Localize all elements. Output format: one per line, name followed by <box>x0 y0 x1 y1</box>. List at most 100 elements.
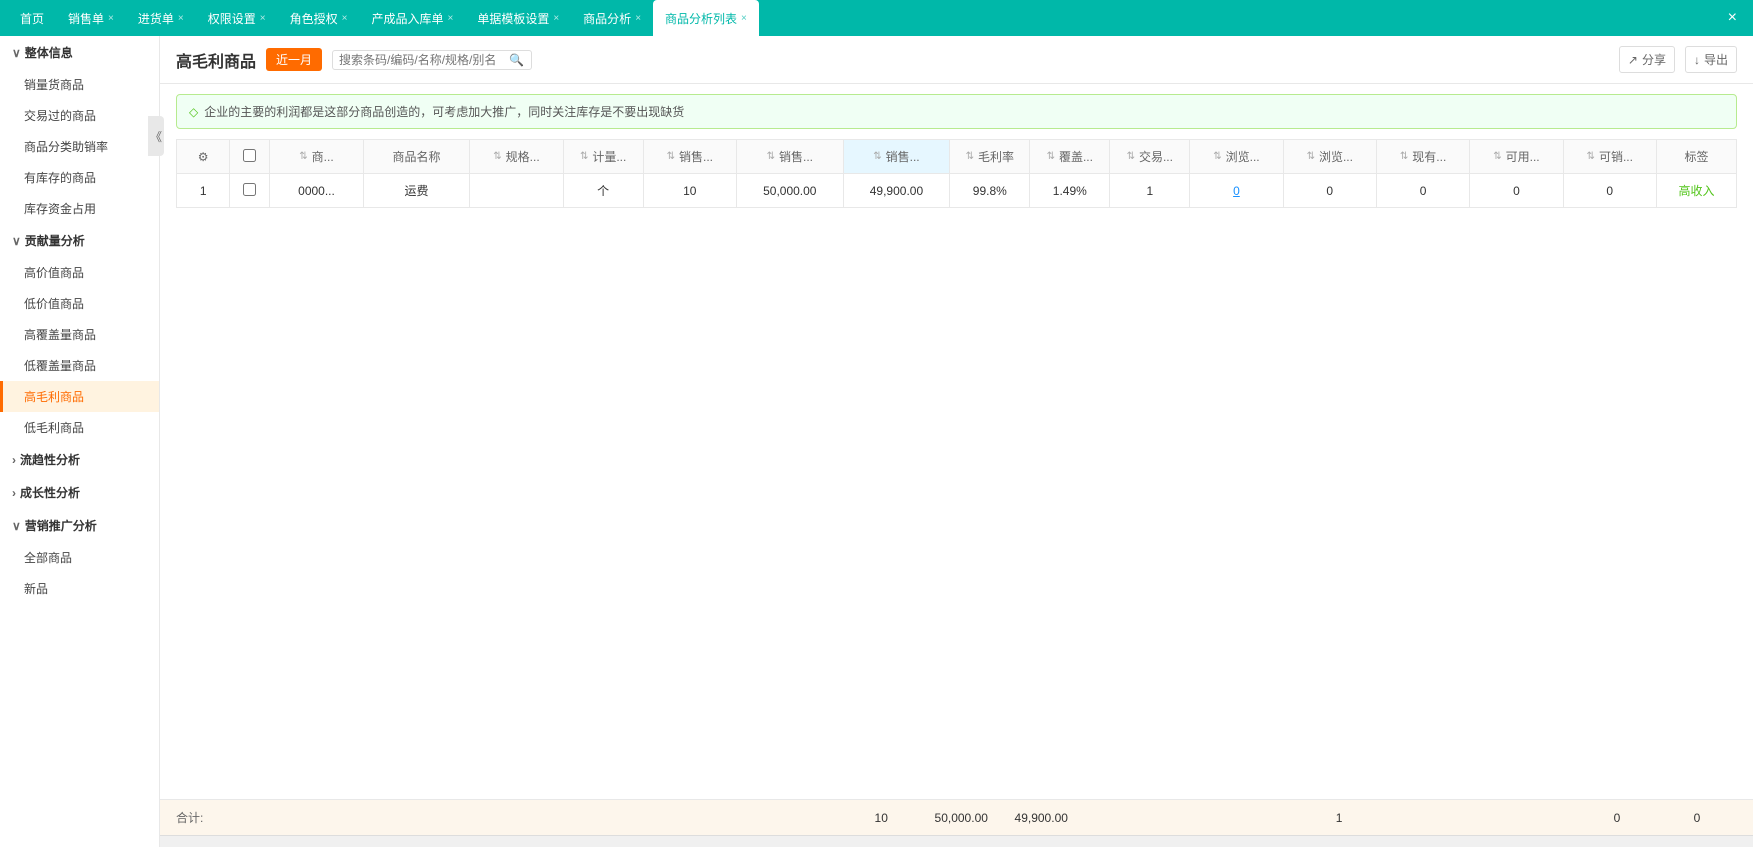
table-footer: 合计: 10 50,000.00 49,900.00 1 0 0 <box>160 799 1753 835</box>
th-sales2[interactable]: ⇅ 销售... <box>736 140 843 174</box>
nav-purchase[interactable]: 进货单 × <box>126 0 196 36</box>
nav-close-sales[interactable]: × <box>108 13 114 24</box>
row-checkbox[interactable] <box>243 183 256 196</box>
nav-product-analysis[interactable]: 商品分析 × <box>571 0 653 36</box>
arrow-right-icon-2: › <box>12 486 16 500</box>
browse1-link[interactable]: 0 <box>1233 184 1240 198</box>
nav-close-product-analysis[interactable]: × <box>635 13 641 24</box>
sidebar-item-stock-goods[interactable]: 有库存的商品 <box>0 162 159 193</box>
sidebar-item-low-coverage[interactable]: 低覆盖量商品 <box>0 350 159 381</box>
cell-stock3: 0 <box>1563 174 1656 208</box>
th-stock-available[interactable]: ⇅ 可用... <box>1470 140 1563 174</box>
main-layout: 《 ∨ 整体信息 销量货商品 交易过的商品 商品分类助销率 有库存的商品 库存资… <box>0 36 1753 847</box>
info-icon: ◇ <box>189 105 198 119</box>
nav-close-roles[interactable]: × <box>342 13 348 24</box>
table-row: 1 0000... 运费 个 <box>177 174 1737 208</box>
nav-template-settings[interactable]: 单据模板设置 × <box>465 0 571 36</box>
sidebar-item-new-goods[interactable]: 新品 <box>0 573 159 604</box>
arrow-down-icon-3: ∨ <box>12 519 21 533</box>
cell-stock2: 0 <box>1470 174 1563 208</box>
cell-gross-rate: 99.8% <box>950 174 1030 208</box>
footer-stock2: 0 <box>1657 811 1737 825</box>
cell-unit: 个 <box>563 174 643 208</box>
th-browse2[interactable]: ⇅ 浏览... <box>1283 140 1376 174</box>
sidebar: ∨ 整体信息 销量货商品 交易过的商品 商品分类助销率 有库存的商品 库存资金占… <box>0 36 160 847</box>
nav-close-product-inbound[interactable]: × <box>447 13 453 24</box>
nav-close-purchase[interactable]: × <box>178 13 184 24</box>
arrow-down-icon-2: ∨ <box>12 234 21 248</box>
nav-home[interactable]: 首页 <box>8 0 56 36</box>
footer-sales2: 50,000.00 <box>921 811 1001 825</box>
sidebar-item-high-margin[interactable]: 高毛利商品 <box>0 381 159 412</box>
th-name[interactable]: 商品名称 <box>363 140 470 174</box>
cell-browse1: 0 <box>1190 174 1283 208</box>
sidebar-group-contribution[interactable]: ∨ 贡献量分析 <box>0 224 159 257</box>
th-gross-rate[interactable]: ⇅ 毛利率 <box>950 140 1030 174</box>
th-seq: ⚙ <box>177 140 230 174</box>
th-spec[interactable]: ⇅ 规格... <box>470 140 563 174</box>
info-banner: ◇ 企业的主要的利润都是这部分商品创造的，可考虑加大推广，同时关注库存是不要出现… <box>176 94 1737 129</box>
nav-close-list[interactable]: × <box>741 13 747 24</box>
cell-name: 运费 <box>363 174 470 208</box>
th-stock-current[interactable]: ⇅ 现有... <box>1376 140 1469 174</box>
sidebar-group-growth[interactable]: › 成长性分析 <box>0 476 159 509</box>
time-filter-button[interactable]: 近一月 <box>266 48 322 71</box>
th-check <box>230 140 270 174</box>
nav-sales-order[interactable]: 销售单 × <box>56 0 126 36</box>
th-sales3[interactable]: ⇅ 销售... <box>843 140 950 174</box>
th-coverage[interactable]: ⇅ 覆盖... <box>1030 140 1110 174</box>
sidebar-item-high-coverage[interactable]: 高覆盖量商品 <box>0 319 159 350</box>
export-icon: ↓ <box>1694 53 1700 67</box>
cell-tag: 高收入 <box>1656 174 1736 208</box>
arrow-down-icon: ∨ <box>12 46 21 60</box>
footer-label: 合计: <box>176 809 203 826</box>
th-trade[interactable]: ⇅ 交易... <box>1110 140 1190 174</box>
nav-permissions[interactable]: 权限设置 × <box>196 0 278 36</box>
table-header-row: ⚙ ⇅ 商... <box>177 140 1737 174</box>
footer-sales3: 49,900.00 <box>1001 811 1081 825</box>
search-icon[interactable]: 🔍 <box>509 53 524 67</box>
sidebar-item-category-rate[interactable]: 商品分类助销率 <box>0 131 159 162</box>
cell-sales1: 10 <box>643 174 736 208</box>
th-tag[interactable]: 标签 <box>1656 140 1736 174</box>
tag-badge: 高收入 <box>1678 184 1714 198</box>
sidebar-group-trend[interactable]: › 流趋性分析 <box>0 443 159 476</box>
window-close-button[interactable]: × <box>1720 9 1745 27</box>
sidebar-group-overall[interactable]: ∨ 整体信息 <box>0 36 159 69</box>
sidebar-collapse-button[interactable]: 《 <box>148 116 164 156</box>
collapse-icon: 《 <box>150 128 162 145</box>
settings-icon[interactable]: ⚙ <box>198 150 209 164</box>
nav-product-inbound[interactable]: 产成品入库单 × <box>359 0 465 36</box>
th-browse1[interactable]: ⇅ 浏览... <box>1190 140 1283 174</box>
sidebar-item-all-goods[interactable]: 全部商品 <box>0 542 159 573</box>
sidebar-item-high-value[interactable]: 高价值商品 <box>0 257 159 288</box>
nav-close-template[interactable]: × <box>553 13 559 24</box>
cell-sales3: 49,900.00 <box>843 174 950 208</box>
horizontal-scrollbar[interactable] <box>160 835 1753 847</box>
th-code[interactable]: ⇅ 商... <box>270 140 363 174</box>
sidebar-item-low-margin[interactable]: 低毛利商品 <box>0 412 159 443</box>
cell-check <box>230 174 270 208</box>
select-all-checkbox[interactable] <box>243 149 256 162</box>
export-button[interactable]: ↓ 导出 <box>1685 46 1737 73</box>
th-unit[interactable]: ⇅ 计量... <box>563 140 643 174</box>
cell-code: 0000... <box>270 174 363 208</box>
cell-browse2: 0 <box>1283 174 1376 208</box>
sidebar-group-marketing[interactable]: ∨ 营销推广分析 <box>0 509 159 542</box>
nav-product-analysis-list[interactable]: 商品分析列表 × <box>653 0 759 36</box>
cell-coverage: 1.49% <box>1030 174 1110 208</box>
sidebar-item-traded-goods[interactable]: 交易过的商品 <box>0 100 159 131</box>
sidebar-item-sales-goods[interactable]: 销量货商品 <box>0 69 159 100</box>
sidebar-item-inventory-capital[interactable]: 库存资金占用 <box>0 193 159 224</box>
th-sales1[interactable]: ⇅ 销售... <box>643 140 736 174</box>
search-input[interactable] <box>339 53 509 67</box>
nav-roles[interactable]: 角色授权 × <box>278 0 360 36</box>
sidebar-item-low-value[interactable]: 低价值商品 <box>0 288 159 319</box>
share-button[interactable]: ↗ 分享 <box>1619 46 1675 73</box>
footer-stock1: 0 <box>1577 811 1657 825</box>
arrow-right-icon: › <box>12 453 16 467</box>
nav-close-permissions[interactable]: × <box>260 13 266 24</box>
th-stock-sellable[interactable]: ⇅ 可销... <box>1563 140 1656 174</box>
cell-stock1: 0 <box>1376 174 1469 208</box>
content-header: 高毛利商品 近一月 🔍 ↗ 分享 ↓ 导出 <box>160 36 1753 84</box>
